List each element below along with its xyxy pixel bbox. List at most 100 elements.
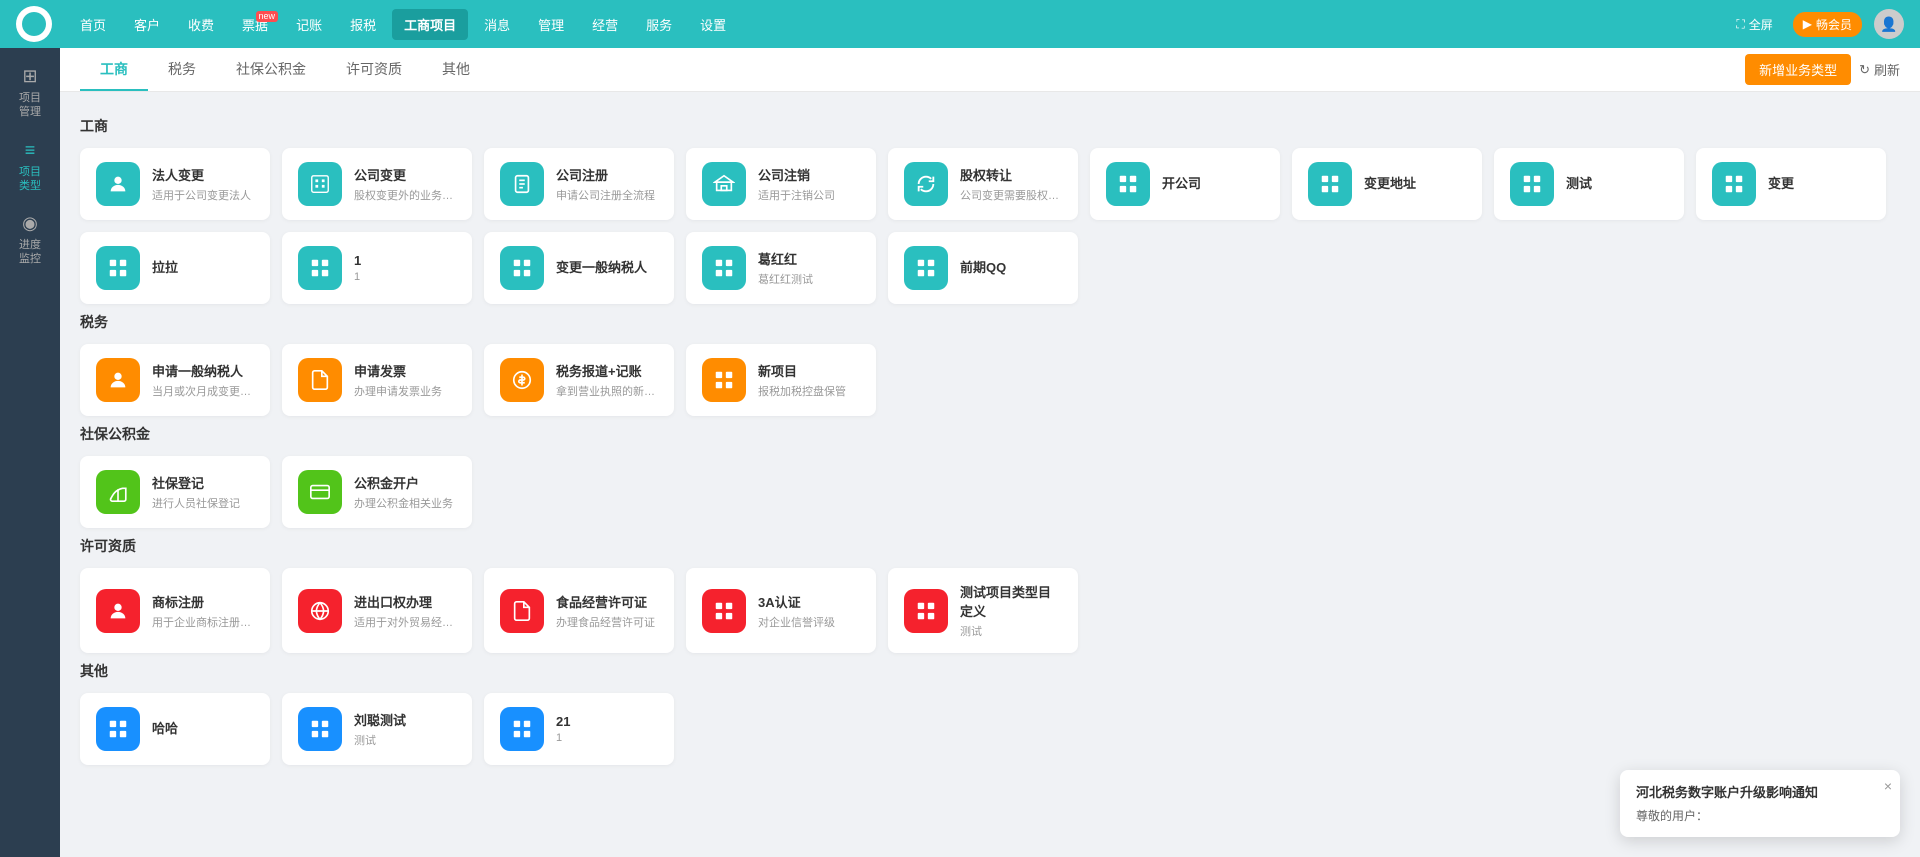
cards-grid-工商: 法人变更适用于公司变更法人公司变更股权变更外的业务变更 公司注册申请公司注册全流程… [80,148,1900,304]
card-新项目[interactable]: 新项目报税加税控盘保管 [686,344,876,416]
main-wrapper: 工商 税务 社保公积金 许可资质 其他 新增业务类型 ↻ 刷新 工商法人变更适用… [60,48,1920,857]
card-icon-测试 [1510,162,1554,206]
card-title-text: 申请一般纳税人 [152,361,254,380]
fullscreen-btn[interactable]: ⛶ 全屏 [1728,12,1780,37]
nav-tax[interactable]: 报税 [338,9,388,40]
card-title-text: 测试项目类型目定义 [960,582,1062,620]
card-哈哈[interactable]: 哈哈 [80,693,270,765]
card-icon-葛红红 [702,246,746,290]
card-icon-前期QQ [904,246,948,290]
card-食品经营许可证[interactable]: 食品经营许可证办理食品经营许可证 [484,568,674,653]
card-拉拉[interactable]: 拉拉 [80,232,270,304]
card-info-变更: 变更 [1768,173,1870,195]
card-进出口权办理[interactable]: 进出口权办理适用于对外贸易经营者 [282,568,472,653]
nav-ticket[interactable]: 票据new [230,9,280,40]
nav-client[interactable]: 客户 [122,9,172,40]
card-icon-申请一般纳税人 [96,358,140,402]
card-desc-text: 葛红红测试 [758,271,860,287]
sidebar: ⊞ 项目管理 ≡ 项目类型 ◉ 进度监控 [0,48,60,857]
notification-close-btn[interactable]: × [1884,778,1892,794]
tab-license[interactable]: 许可资质 [326,49,422,91]
notification-title: 河北税务数字账户升级影响通知 [1636,782,1884,801]
card-info-商标注册: 商标注册用于企业商标注册服务 [152,592,254,630]
nav-manage[interactable]: 管理 [526,9,576,40]
sidebar-item-progress[interactable]: ◉ 进度监控 [0,203,60,277]
card-desc-text: 进行人员社保登记 [152,495,254,511]
new-badge: new [256,11,279,22]
card-title-text: 哈哈 [152,718,254,737]
card-title-text: 税务报道+记账 [556,361,658,380]
sidebar-item-project-type[interactable]: ≡ 项目类型 [0,130,60,204]
sidebar-label-project-type: 项目类型 [19,165,41,194]
card-title-text: 进出口权办理 [354,592,456,611]
avatar[interactable]: 👤 [1874,9,1904,39]
fullscreen-icon: ⛶ [1736,17,1744,32]
card-公司注册[interactable]: 公司注册申请公司注册全流程 [484,148,674,220]
card-公司注销[interactable]: 公司注销适用于注销公司 [686,148,876,220]
card-desc-text: 拿到营业执照的新公司 [556,383,658,399]
card-变更地址[interactable]: 变更地址 [1292,148,1482,220]
card-开公司[interactable]: 开公司 [1090,148,1280,220]
nav-operation[interactable]: 经营 [580,9,630,40]
refresh-icon: ↻ [1859,62,1870,78]
section-title-许可资质: 许可资质 [80,536,1900,556]
card-1[interactable]: 11 [282,232,472,304]
card-desc-text: 用于企业商标注册服务 [152,614,254,630]
card-info-公司注册: 公司注册申请公司注册全流程 [556,165,658,203]
nav-fee[interactable]: 收费 [176,9,226,40]
card-葛红红[interactable]: 葛红红葛红红测试 [686,232,876,304]
card-info-拉拉: 拉拉 [152,257,254,279]
card-title-text: 公司注册 [556,165,658,184]
card-icon-开公司 [1106,162,1150,206]
top-nav: 首页 客户 收费 票据new 记账 报税 工商项目 消息 管理 经营 服务 设置… [0,0,1920,48]
card-社保登记[interactable]: 社保登记进行人员社保登记 [80,456,270,528]
app-logo[interactable] [16,6,52,42]
card-测试[interactable]: 测试 [1494,148,1684,220]
card-3A认证[interactable]: 3A认证对企业信誉评级 [686,568,876,653]
nav-settings[interactable]: 设置 [688,9,738,40]
card-申请发票[interactable]: 申请发票办理申请发票业务 [282,344,472,416]
tab-industry[interactable]: 工商 [80,49,148,91]
tab-bar: 工商 税务 社保公积金 许可资质 其他 新增业务类型 ↻ 刷新 [60,48,1920,92]
card-前期QQ[interactable]: 前期QQ [888,232,1078,304]
card-商标注册[interactable]: 商标注册用于企业商标注册服务 [80,568,270,653]
card-变更一般纳税人[interactable]: 变更一般纳税人 [484,232,674,304]
card-申请一般纳税人[interactable]: 申请一般纳税人当月或次月成变更完成 [80,344,270,416]
card-法人变更[interactable]: 法人变更适用于公司变更法人 [80,148,270,220]
card-icon-食品经营许可证 [500,589,544,633]
card-desc-text: 办理食品经营许可证 [556,614,658,630]
nav-message[interactable]: 消息 [472,9,522,40]
card-21[interactable]: 211 [484,693,674,765]
tab-social-fund[interactable]: 社保公积金 [216,49,326,91]
card-icon-公司注册 [500,162,544,206]
card-公司变更[interactable]: 公司变更股权变更外的业务变更 [282,148,472,220]
card-info-申请一般纳税人: 申请一般纳税人当月或次月成变更完成 [152,361,254,399]
card-desc-text: 申请公司注册全流程 [556,187,658,203]
tab-other[interactable]: 其他 [422,49,490,91]
card-变更[interactable]: 变更 [1696,148,1886,220]
tab-tax[interactable]: 税务 [148,49,216,91]
vip-btn[interactable]: ▶ 畅会员 [1793,12,1862,37]
card-icon-法人变更 [96,162,140,206]
card-icon-变更地址 [1308,162,1352,206]
card-info-测试项目类型目定义: 测试项目类型目定义测试 [960,582,1062,639]
notification-popup: × 河北税务数字账户升级影响通知 尊敬的用户： [1620,770,1900,837]
card-desc-text: 1 [556,732,658,744]
refresh-button[interactable]: ↻ 刷新 [1859,60,1900,79]
card-税务报道+记账[interactable]: 税务报道+记账拿到营业执照的新公司 [484,344,674,416]
nav-home[interactable]: 首页 [68,9,118,40]
card-title-text: 测试 [1566,173,1668,192]
card-测试项目类型目定义[interactable]: 测试项目类型目定义测试 [888,568,1078,653]
nav-bookkeeping[interactable]: 记账 [284,9,334,40]
card-title-text: 食品经营许可证 [556,592,658,611]
new-type-button[interactable]: 新增业务类型 [1745,54,1851,85]
card-icon-21 [500,707,544,751]
sidebar-item-project-manage[interactable]: ⊞ 项目管理 [0,56,60,130]
card-股权转让[interactable]: 股权转让公司变更需要股权转让 [888,148,1078,220]
nav-industry[interactable]: 工商项目 [392,9,468,40]
nav-service[interactable]: 服务 [634,9,684,40]
card-title-text: 葛红红 [758,249,860,268]
card-icon-1 [298,246,342,290]
card-公积金开户[interactable]: 公积金开户办理公积金相关业务 [282,456,472,528]
card-刘聪测试[interactable]: 刘聪测试测试 [282,693,472,765]
